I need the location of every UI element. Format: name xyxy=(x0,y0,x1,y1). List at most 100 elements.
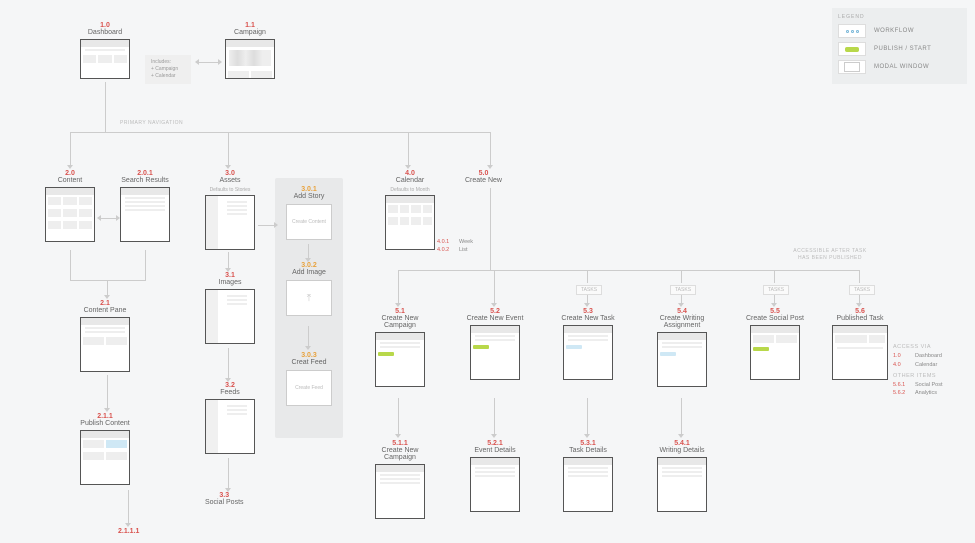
node-campaign: 1.1 Campaign xyxy=(225,22,275,79)
conn xyxy=(494,398,495,436)
conn xyxy=(681,270,682,283)
node-dashboard: 1.0 Dashboard xyxy=(80,22,130,79)
conn xyxy=(494,270,495,305)
thumb-541 xyxy=(657,457,707,512)
thumb-feeds xyxy=(205,399,255,454)
conn xyxy=(105,82,106,132)
arrow-down-icon xyxy=(104,295,110,299)
arrow-down-icon xyxy=(125,523,131,527)
node-search-results: 2.0.1 Search Results xyxy=(120,170,170,242)
node-521: 5.2.1 Event Details xyxy=(465,440,525,512)
conn xyxy=(681,398,682,436)
arrow-down-icon xyxy=(225,488,231,492)
workflow-icon xyxy=(846,30,859,33)
arrow-down-icon xyxy=(225,165,231,169)
access-via-note: ACCESS VIA 1.0Dashboard 4.0Calendar OTHE… xyxy=(893,340,943,398)
conn xyxy=(490,132,491,167)
node-content: 2.0 Content xyxy=(45,170,95,242)
node-531: 5.3.1 Task Details xyxy=(558,440,618,512)
conn xyxy=(70,132,71,167)
thumb-images xyxy=(205,289,255,344)
arrow-down-icon xyxy=(491,434,497,438)
modal-add-image: ⤒ xyxy=(286,280,332,316)
node-add-story: 3.0.1 Add Story Create Content xyxy=(282,186,336,244)
arrow-down-icon xyxy=(395,303,401,307)
arrow-down-icon xyxy=(856,303,862,307)
conn xyxy=(228,132,229,167)
modal-window-icon xyxy=(844,62,860,72)
node-create-feed: 3.0.3 Creat Feed Create Feed xyxy=(282,352,336,410)
arrow-down-icon xyxy=(225,268,231,272)
thumb-dashboard xyxy=(80,39,130,79)
arrow-down-icon xyxy=(305,346,311,350)
node-511: 5.1.1 Create New Campaign xyxy=(370,440,430,519)
thumb-51 xyxy=(375,332,425,387)
conn xyxy=(228,458,229,490)
conn xyxy=(408,132,409,167)
calendar-views: 4.0.1Week 4.0.2List xyxy=(437,238,473,255)
arrow-down-icon xyxy=(67,165,73,169)
thumb-52 xyxy=(470,325,520,380)
node-create-event: 5.2 Create New Event xyxy=(465,308,525,380)
arrow-down-icon xyxy=(678,434,684,438)
publish-icon xyxy=(845,47,859,52)
node-541: 5.4.1 Writing Details xyxy=(650,440,714,512)
conn xyxy=(398,270,860,271)
node-calendar: 4.0 Calendar Defaults to Month xyxy=(385,170,435,250)
arrow-down-icon xyxy=(584,303,590,307)
node-2111: 2.1.1.1 xyxy=(118,528,139,535)
thumb-56 xyxy=(832,325,888,380)
conn xyxy=(198,62,220,63)
thumb-search xyxy=(120,187,170,242)
arrow-left-icon xyxy=(195,59,199,65)
conn xyxy=(587,398,588,436)
modal-add-story: Create Content xyxy=(286,204,332,240)
conn xyxy=(107,375,108,410)
arrow-down-icon xyxy=(678,303,684,307)
arrow-right-icon xyxy=(218,59,222,65)
thumb-content-pane xyxy=(80,317,130,372)
legend-panel: LEGEND WORKFLOW PUBLISH / START MODAL WI… xyxy=(832,8,967,84)
legend-row-publish: PUBLISH / START xyxy=(838,42,961,56)
includes-note: Includes: + Campaign + Calendar xyxy=(145,55,191,84)
node-published-task: 5.6 Published Task xyxy=(830,308,890,380)
conn xyxy=(490,188,491,270)
arrow-down-icon xyxy=(305,258,311,262)
tag-tasks-4: TASKS xyxy=(849,285,875,295)
arrow-right-icon xyxy=(274,222,278,228)
node-assets: 3.0 Assets Defaults to Stories xyxy=(205,170,255,250)
thumb-511 xyxy=(375,464,425,519)
conn xyxy=(128,490,129,525)
node-images: 3.1 Images xyxy=(205,272,255,344)
arrow-right-icon xyxy=(116,215,120,221)
thumb-54 xyxy=(657,332,707,387)
arrow-down-icon xyxy=(395,434,401,438)
node-create-task: 5.3 Create New Task xyxy=(558,308,618,380)
node-social-posts: 3.3 Social Posts xyxy=(205,492,244,509)
tag-tasks-2: TASKS xyxy=(670,285,696,295)
node-create-writing: 5.4 Create Writing Assignment xyxy=(650,308,714,387)
node-create-social: 5.5 Create Social Post xyxy=(745,308,805,380)
node-feeds: 3.2 Feeds xyxy=(205,382,255,454)
legend-title: LEGEND xyxy=(838,14,961,20)
node-add-image: 3.0.2 Add Image ⤒ xyxy=(282,262,336,320)
upload-icon: ⤒ xyxy=(307,293,311,304)
conn xyxy=(308,326,309,348)
arrow-down-icon xyxy=(487,165,493,169)
arrow-down-icon xyxy=(771,303,777,307)
thumb-publish-content xyxy=(80,430,130,485)
thumb-content xyxy=(45,187,95,242)
legend-row-workflow: WORKFLOW xyxy=(838,24,961,38)
arrow-down-icon xyxy=(584,434,590,438)
conn xyxy=(145,250,146,280)
thumb-531 xyxy=(563,457,613,512)
conn xyxy=(228,348,229,380)
thumb-521 xyxy=(470,457,520,512)
conn xyxy=(70,280,146,281)
arrow-down-icon xyxy=(405,165,411,169)
arrow-down-icon xyxy=(225,378,231,382)
thumb-assets xyxy=(205,195,255,250)
primary-nav-label: PRIMARY NAVIGATION xyxy=(120,120,183,126)
conn xyxy=(70,132,490,133)
tag-tasks-3: TASKS xyxy=(763,285,789,295)
